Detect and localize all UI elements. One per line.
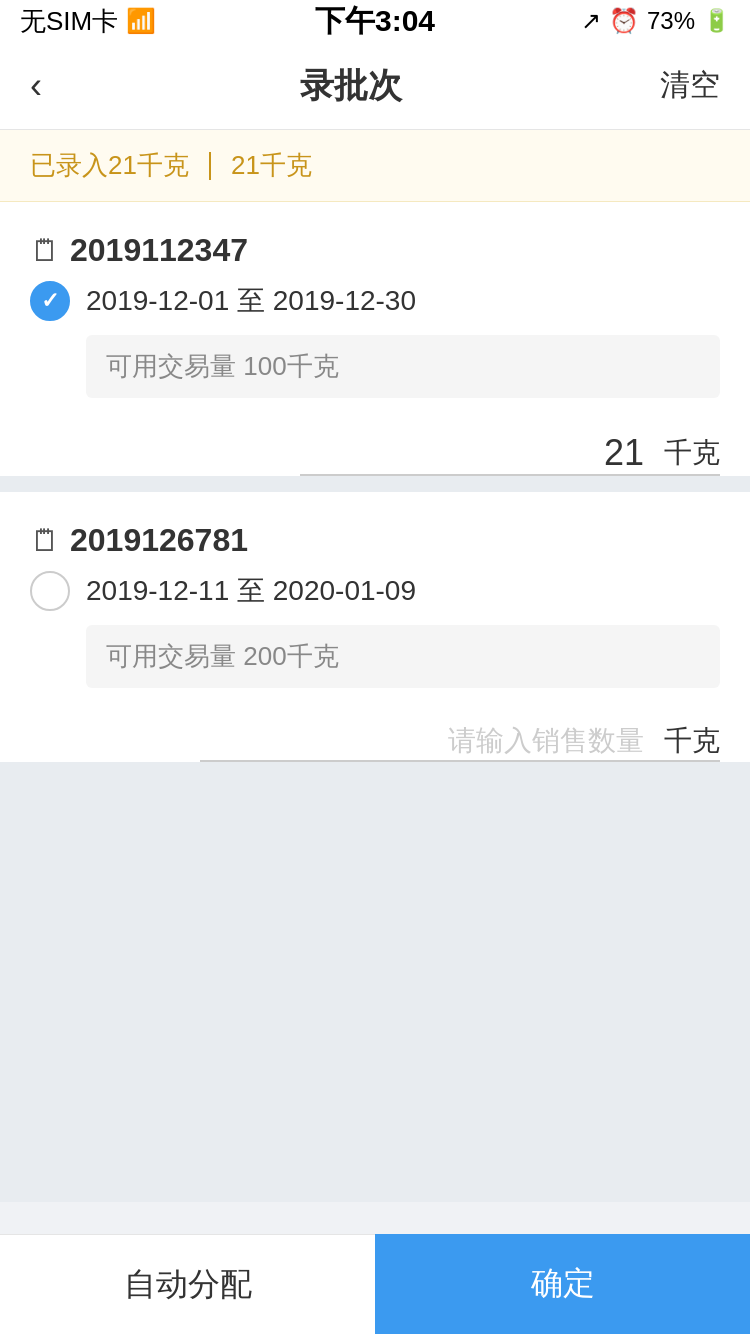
location-icon: ↗ — [581, 7, 601, 35]
batch-2-icon: 🗒 — [30, 524, 60, 558]
batch-1-icon: 🗒 — [30, 234, 60, 268]
status-carrier: 无SIM卡 📶 — [20, 4, 156, 39]
battery-text: 73% — [647, 7, 695, 35]
batch-2-available-qty: 可用交易量 200千克 — [86, 625, 720, 688]
batch-1-checkbox[interactable] — [30, 281, 70, 321]
content-area: 🗒 2019112347 2019-12-01 至 2019-12-30 可用交… — [0, 202, 750, 1202]
batch-2-inner: 🗒 2019126781 2019-12-11 至 2020-01-09 可用交… — [0, 492, 750, 688]
section-divider — [0, 476, 750, 492]
batch-1-date: 2019-12-01 至 2019-12-30 — [86, 282, 416, 320]
batch-1-unit: 千克 — [664, 434, 720, 472]
batch-2-unit: 千克 — [664, 722, 720, 760]
banner-divider — [209, 152, 211, 180]
info-banner: 已录入21千克 21千克 — [0, 130, 750, 202]
batch-1-amount-row: 千克 — [0, 418, 750, 474]
total-label: 21千克 — [231, 148, 312, 183]
batch-2-id: 2019126781 — [70, 522, 248, 559]
batch-card-2: 🗒 2019126781 2019-12-11 至 2020-01-09 可用交… — [0, 492, 750, 762]
batch-1-header: 🗒 2019112347 — [30, 232, 720, 269]
clear-button[interactable]: 清空 — [660, 65, 720, 106]
status-time: 下午3:04 — [315, 1, 435, 42]
recorded-label: 已录入21千克 — [30, 148, 189, 183]
empty-area — [0, 762, 750, 1202]
batch-2-amount-row: 千克 — [0, 708, 750, 760]
page-title: 录批次 — [300, 63, 402, 109]
batch-1-available-qty: 可用交易量 100千克 — [86, 335, 720, 398]
status-bar: 无SIM卡 📶 下午3:04 ↗ ⏰ 73% 🔋 — [0, 0, 750, 42]
auto-distribute-button[interactable]: 自动分配 — [0, 1234, 375, 1334]
confirm-button[interactable]: 确定 — [375, 1234, 750, 1334]
battery-icon: 🔋 — [703, 8, 730, 34]
batch-2-header: 🗒 2019126781 — [30, 522, 720, 559]
carrier-text: 无SIM卡 — [20, 4, 118, 39]
bottom-bar: 自动分配 确定 — [0, 1234, 750, 1334]
back-button[interactable]: ‹ — [30, 65, 42, 107]
batch-1-date-row: 2019-12-01 至 2019-12-30 — [30, 281, 720, 321]
batch-2-date-row: 2019-12-11 至 2020-01-09 — [30, 571, 720, 611]
batch-2-amount-input[interactable] — [344, 725, 644, 757]
batch-1-amount-input[interactable] — [444, 432, 644, 474]
batch-card-1: 🗒 2019112347 2019-12-01 至 2019-12-30 可用交… — [0, 202, 750, 398]
wifi-icon: 📶 — [126, 7, 156, 35]
alarm-icon: ⏰ — [609, 7, 639, 35]
status-right: ↗ ⏰ 73% 🔋 — [581, 7, 730, 35]
batch-2-checkbox[interactable] — [30, 571, 70, 611]
nav-bar: ‹ 录批次 清空 — [0, 42, 750, 130]
batch-1-id: 2019112347 — [70, 232, 248, 269]
batch-2-date: 2019-12-11 至 2020-01-09 — [86, 572, 416, 610]
